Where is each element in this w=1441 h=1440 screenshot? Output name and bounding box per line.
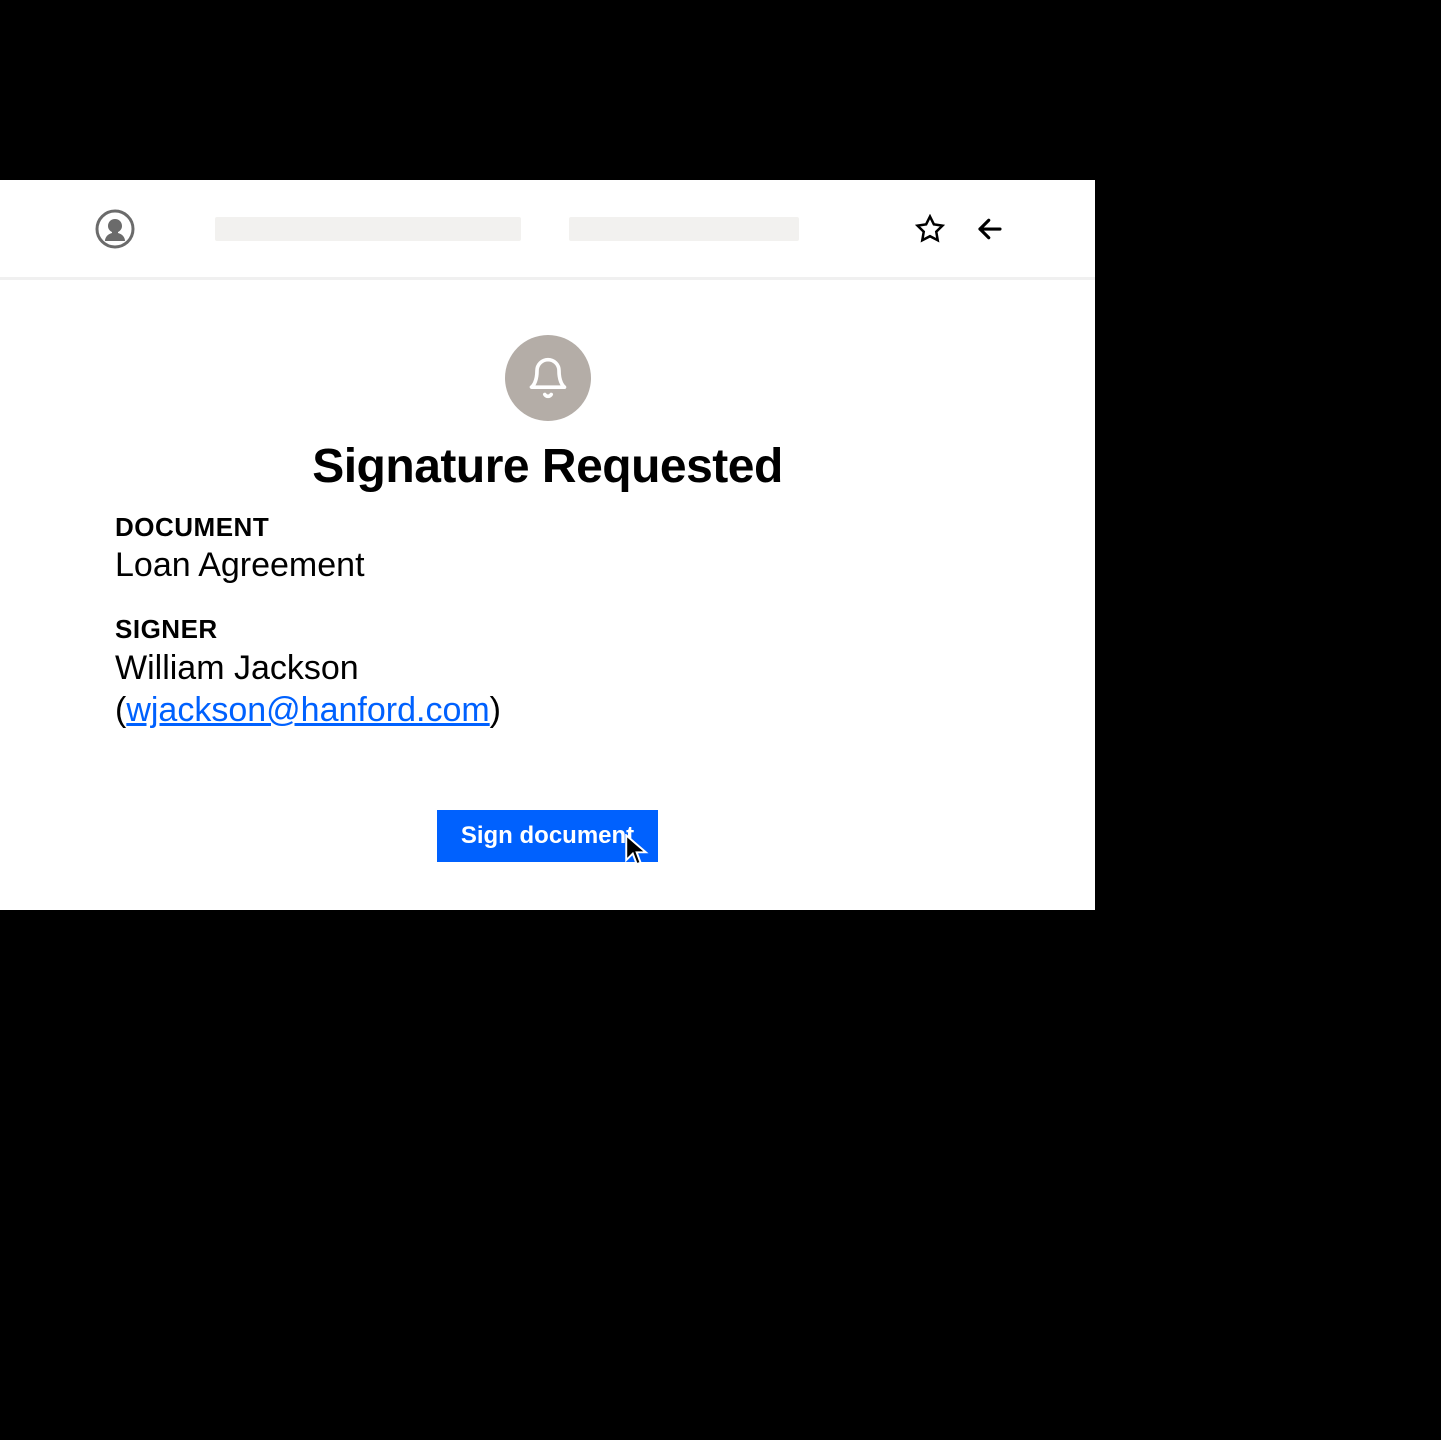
- page-title: Signature Requested: [312, 439, 783, 494]
- top-bar: [0, 180, 1095, 280]
- signer-name: William Jackson: [115, 649, 359, 687]
- open-paren: (: [115, 691, 126, 729]
- document-block: DOCUMENT Loan Agreement: [115, 512, 980, 586]
- document-label: DOCUMENT: [115, 512, 980, 543]
- placeholder-field-2: [569, 217, 799, 241]
- signer-block: SIGNER William Jackson (wjackson@hanford…: [115, 614, 980, 732]
- content-area: Signature Requested DOCUMENT Loan Agreem…: [0, 280, 1095, 862]
- close-paren: ): [490, 691, 501, 729]
- document-name: Loan Agreement: [115, 545, 980, 586]
- star-icon[interactable]: [910, 209, 950, 249]
- signer-label: SIGNER: [115, 614, 980, 645]
- avatar-icon[interactable]: [95, 209, 135, 249]
- back-arrow-icon[interactable]: [970, 209, 1010, 249]
- signer-info: William Jackson (wjackson@hanford.com): [115, 647, 980, 732]
- signer-email-link[interactable]: wjackson@hanford.com: [126, 691, 489, 729]
- sign-document-button[interactable]: Sign document: [437, 810, 658, 862]
- bell-icon: [505, 335, 591, 421]
- placeholder-field-1: [215, 217, 521, 241]
- app-window: Signature Requested DOCUMENT Loan Agreem…: [0, 180, 1095, 910]
